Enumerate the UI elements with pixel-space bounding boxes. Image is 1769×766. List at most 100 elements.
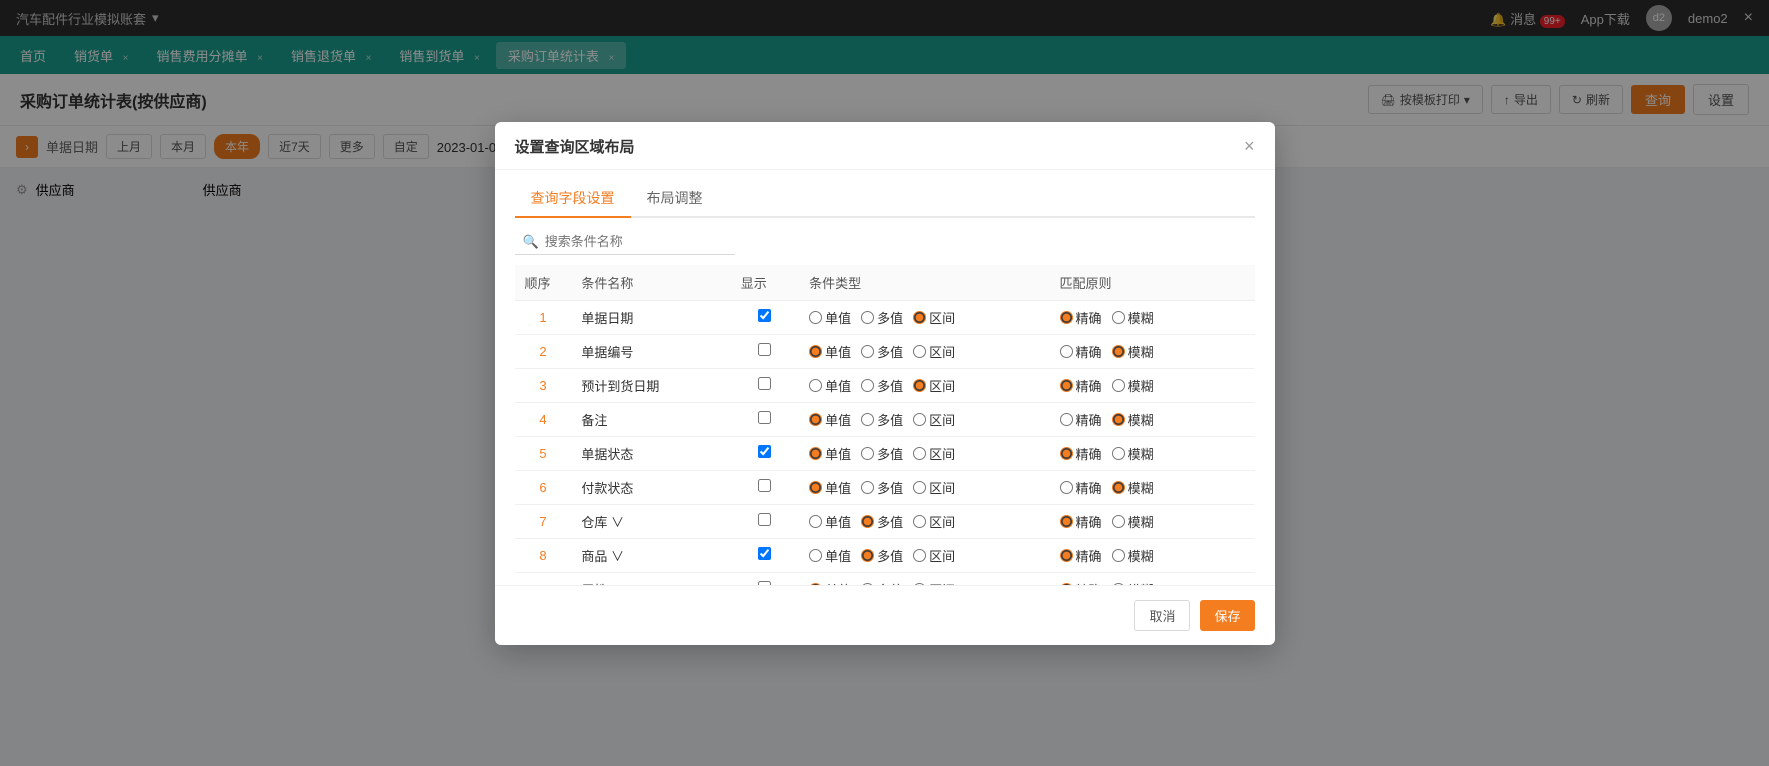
cancel-button[interactable]: 取消 — [1134, 600, 1190, 631]
display-checkbox[interactable] — [758, 513, 771, 526]
type-radio-item[interactable]: 多值 — [861, 342, 903, 361]
match-radio-精确[interactable] — [1060, 481, 1073, 494]
type-radio-单值[interactable] — [809, 311, 822, 324]
match-radio-精确[interactable] — [1060, 549, 1073, 562]
type-radio-item[interactable]: 多值 — [861, 410, 903, 429]
type-radio-item[interactable]: 单值 — [809, 444, 851, 463]
type-radio-多值[interactable] — [861, 345, 874, 358]
type-radio-多值[interactable] — [861, 481, 874, 494]
type-radio-item[interactable]: 多值 — [861, 512, 903, 531]
match-radio-模糊[interactable] — [1112, 413, 1125, 426]
modal-header: 设置查询区域布局 × — [495, 122, 1275, 170]
display-checkbox[interactable] — [758, 479, 771, 492]
type-radio-区间[interactable] — [913, 345, 926, 358]
type-radio-多值[interactable] — [861, 549, 874, 562]
table-row: 9属性 ∨单值多值区间精确模糊 — [515, 572, 1255, 585]
match-radio-item[interactable]: 精确 — [1060, 410, 1102, 429]
match-radio-精确[interactable] — [1060, 515, 1073, 528]
type-radio-item[interactable]: 多值 — [861, 444, 903, 463]
match-radio-item[interactable]: 精确 — [1060, 308, 1102, 327]
display-checkbox[interactable] — [758, 547, 771, 560]
match-radio-模糊[interactable] — [1112, 481, 1125, 494]
type-radio-单值[interactable] — [809, 481, 822, 494]
match-radio-item[interactable]: 精确 — [1060, 444, 1102, 463]
type-radio-单值[interactable] — [809, 447, 822, 460]
search-input[interactable] — [545, 234, 727, 249]
type-radio-item[interactable]: 区间 — [913, 410, 955, 429]
match-radio-模糊[interactable] — [1112, 515, 1125, 528]
modal-close-button[interactable]: × — [1244, 137, 1255, 155]
display-checkbox[interactable] — [758, 309, 771, 322]
match-radio-item[interactable]: 模糊 — [1112, 308, 1154, 327]
type-radio-区间[interactable] — [913, 311, 926, 324]
search-box: 🔍 — [515, 230, 735, 255]
match-radio-模糊[interactable] — [1112, 549, 1125, 562]
type-radio-区间[interactable] — [913, 379, 926, 392]
type-radio-单值[interactable] — [809, 379, 822, 392]
tab-layout-adjust[interactable]: 布局调整 — [631, 180, 719, 218]
type-radio-多值[interactable] — [861, 379, 874, 392]
type-radio-多值[interactable] — [861, 311, 874, 324]
type-radio-item[interactable]: 单值 — [809, 376, 851, 395]
display-checkbox[interactable] — [758, 411, 771, 424]
cell-name: 单据编号 — [571, 334, 730, 368]
type-radio-item[interactable]: 单值 — [809, 478, 851, 497]
match-radio-item[interactable]: 模糊 — [1112, 342, 1154, 361]
type-radio-多值[interactable] — [861, 447, 874, 460]
match-radio-item[interactable]: 模糊 — [1112, 410, 1154, 429]
type-radio-item[interactable]: 区间 — [913, 308, 955, 327]
match-radio-item[interactable]: 模糊 — [1112, 512, 1154, 531]
type-radio-单值[interactable] — [809, 345, 822, 358]
match-radio-模糊[interactable] — [1112, 311, 1125, 324]
type-radio-item[interactable]: 单值 — [809, 308, 851, 327]
type-radio-item[interactable]: 区间 — [913, 478, 955, 497]
match-radio-模糊[interactable] — [1112, 447, 1125, 460]
type-radio-item[interactable]: 多值 — [861, 308, 903, 327]
type-radio-单值[interactable] — [809, 515, 822, 528]
type-radio-item[interactable]: 区间 — [913, 444, 955, 463]
type-radio-多值[interactable] — [861, 413, 874, 426]
match-radio-精确[interactable] — [1060, 345, 1073, 358]
match-radio-item[interactable]: 模糊 — [1112, 376, 1154, 395]
match-radio-模糊[interactable] — [1112, 345, 1125, 358]
type-radio-item[interactable]: 单值 — [809, 342, 851, 361]
match-radio-item[interactable]: 模糊 — [1112, 478, 1154, 497]
match-radio-item[interactable]: 精确 — [1060, 512, 1102, 531]
type-radio-区间[interactable] — [913, 481, 926, 494]
match-radio-item[interactable]: 精确 — [1060, 478, 1102, 497]
display-checkbox[interactable] — [758, 377, 771, 390]
tab-field-settings[interactable]: 查询字段设置 — [515, 180, 631, 218]
display-checkbox[interactable] — [758, 445, 771, 458]
type-radio-item[interactable]: 多值 — [861, 376, 903, 395]
type-radio-item[interactable]: 区间 — [913, 376, 955, 395]
type-radio-item[interactable]: 多值 — [861, 546, 903, 565]
type-radio-区间[interactable] — [913, 447, 926, 460]
table-row: 7仓库 ∨单值多值区间精确模糊 — [515, 504, 1255, 538]
match-radio-item[interactable]: 模糊 — [1112, 546, 1154, 565]
save-button[interactable]: 保存 — [1200, 600, 1254, 631]
type-radio-item[interactable]: 区间 — [913, 512, 955, 531]
type-radio-item[interactable]: 多值 — [861, 478, 903, 497]
type-radio-单值[interactable] — [809, 413, 822, 426]
type-radio-区间[interactable] — [913, 549, 926, 562]
match-radio-模糊[interactable] — [1112, 379, 1125, 392]
type-radio-区间[interactable] — [913, 515, 926, 528]
match-radio-精确[interactable] — [1060, 379, 1073, 392]
cell-name: 商品 ∨ — [571, 538, 730, 572]
type-radio-单值[interactable] — [809, 549, 822, 562]
type-radio-区间[interactable] — [913, 413, 926, 426]
match-radio-精确[interactable] — [1060, 413, 1073, 426]
match-radio-item[interactable]: 模糊 — [1112, 444, 1154, 463]
type-radio-item[interactable]: 单值 — [809, 512, 851, 531]
match-radio-item[interactable]: 精确 — [1060, 376, 1102, 395]
match-radio-item[interactable]: 精确 — [1060, 342, 1102, 361]
match-radio-精确[interactable] — [1060, 447, 1073, 460]
type-radio-item[interactable]: 区间 — [913, 546, 955, 565]
match-radio-item[interactable]: 精确 — [1060, 546, 1102, 565]
display-checkbox[interactable] — [758, 343, 771, 356]
type-radio-item[interactable]: 区间 — [913, 342, 955, 361]
type-radio-item[interactable]: 单值 — [809, 546, 851, 565]
type-radio-多值[interactable] — [861, 515, 874, 528]
type-radio-item[interactable]: 单值 — [809, 410, 851, 429]
match-radio-精确[interactable] — [1060, 311, 1073, 324]
